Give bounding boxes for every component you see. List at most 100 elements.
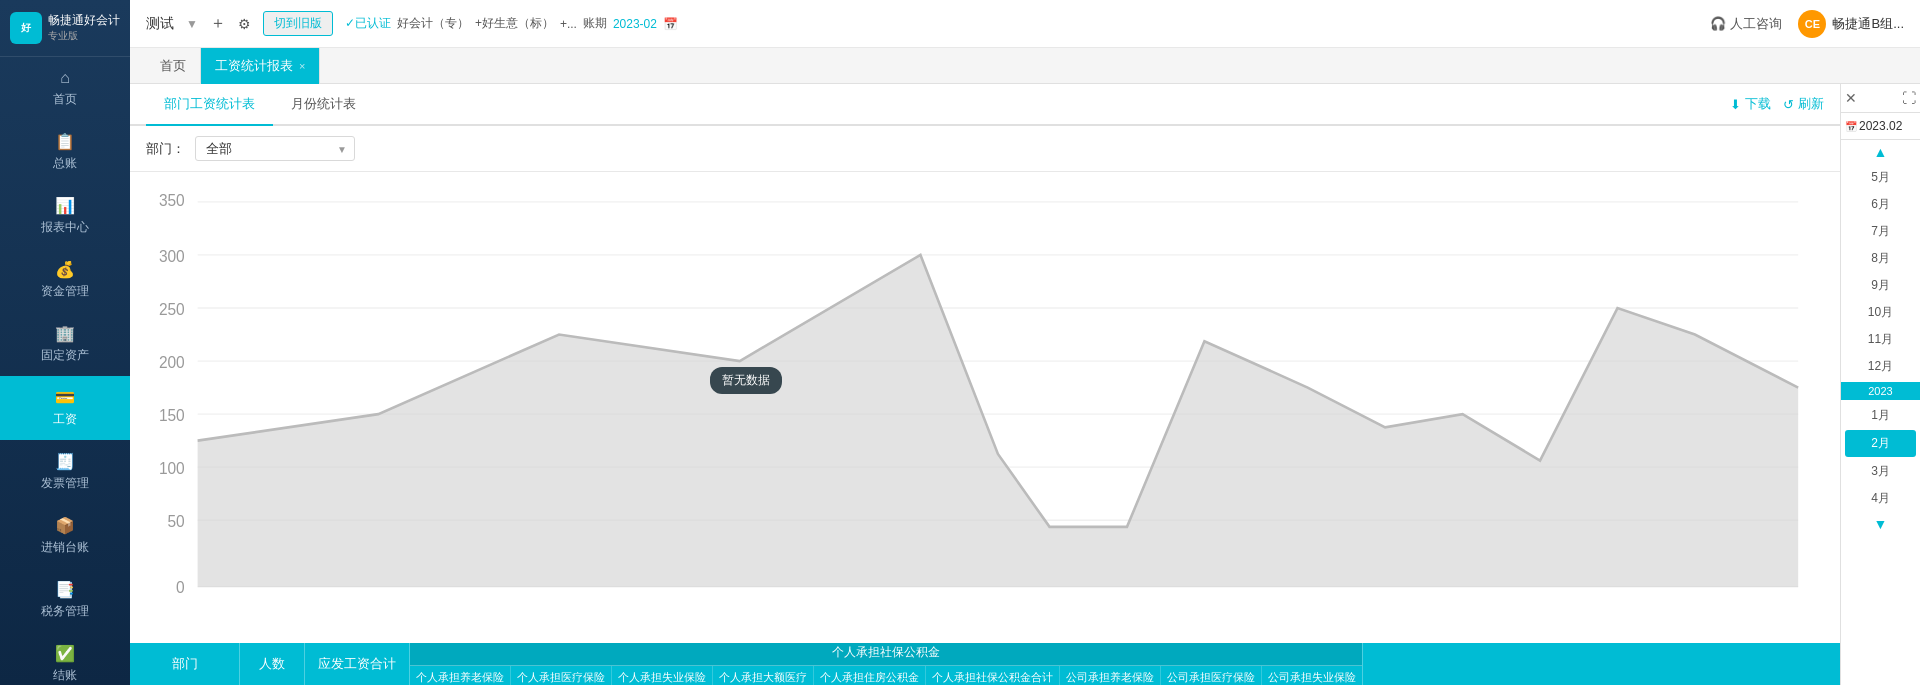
old-version-button[interactable]: 切到旧版: [263, 11, 333, 36]
year-divider-2023: 2023: [1841, 382, 1920, 400]
month-scroll-down[interactable]: ▼: [1841, 512, 1920, 536]
panel-close-button[interactable]: ✕: [1845, 90, 1857, 106]
reports-icon: 📊: [55, 196, 75, 215]
home-icon: ⌂: [60, 69, 70, 87]
month-11[interactable]: 11月: [1841, 326, 1920, 353]
month-2023-4[interactable]: 4月: [1841, 485, 1920, 512]
col-housing: 个人承担住房公积金: [814, 666, 926, 686]
username: 畅捷通B组...: [1832, 15, 1904, 33]
month-2023-1[interactable]: 1月: [1841, 402, 1920, 429]
reports-label: 报表中心: [41, 219, 89, 236]
col-count: 人数: [240, 643, 305, 685]
col-company-medical: 公司承担医疗保险: [1161, 666, 1262, 686]
chart-area: 350 300 250 200 150 100 50 0: [130, 172, 1840, 643]
sidebar-item-tax[interactable]: 📑 税务管理: [0, 568, 130, 632]
svg-text:350: 350: [159, 192, 185, 209]
panel-expand-button[interactable]: ⛶: [1902, 90, 1916, 106]
year-text: 2023.02: [1859, 119, 1902, 133]
col-personal-total: 个人承担社保公积金合计: [926, 666, 1060, 686]
salary-label: 工资: [53, 411, 77, 428]
invoice-label: 发票管理: [41, 475, 89, 492]
tab-close-icon[interactable]: ×: [299, 60, 305, 72]
subtab-dept[interactable]: 部门工资统计表: [146, 84, 273, 126]
month-6[interactable]: 6月: [1841, 191, 1920, 218]
svg-text:0: 0: [176, 579, 185, 596]
consult-button[interactable]: 🎧 人工咨询: [1710, 15, 1782, 33]
sidebar-item-reports[interactable]: 📊 报表中心: [0, 184, 130, 248]
home-label: 首页: [53, 91, 77, 108]
month-2023-3[interactable]: 3月: [1841, 458, 1920, 485]
avatar-initials: CE: [1805, 18, 1820, 30]
more-badge: +...: [560, 17, 577, 31]
tab-salary-report[interactable]: 工资统计报表 ×: [201, 48, 320, 84]
month-scroll-up[interactable]: ▲: [1841, 140, 1920, 164]
period-label: 账期: [583, 15, 607, 32]
sidebar-nav: ⌂ 首页 📋 总账 📊 报表中心 💰 资金管理 🏢 固定资产 💳 工资 🧾 发票…: [0, 57, 130, 685]
sidebar-item-assets[interactable]: 🏢 固定资产: [0, 312, 130, 376]
content-area: 部门工资统计表 月份统计表 ⬇ 下载 ↺ 刷新: [130, 84, 1920, 685]
col-salary: 应发工资合计: [305, 643, 410, 685]
sales-label: 进销台账: [41, 539, 89, 556]
status-badges: ✓已认证 好会计（专） +好生意（标） +... 账期 2023-02 📅: [345, 15, 678, 32]
col-company-pension: 公司承担养老保险: [1060, 666, 1161, 686]
sidebar-item-invoice[interactable]: 🧾 发票管理: [0, 440, 130, 504]
month-5[interactable]: 5月: [1841, 164, 1920, 191]
month-list: ▲ 5月 6月 7月 8月 9月 10月 11月 12月 2023 1月 2月 …: [1841, 140, 1920, 536]
verified-badge: ✓已认证: [345, 15, 391, 32]
sidebar-item-sales[interactable]: 📦 进销台账: [0, 504, 130, 568]
dept-filter-label: 部门：: [146, 140, 185, 158]
sidebar-item-settle[interactable]: ✅ 结账: [0, 632, 130, 685]
settle-icon: ✅: [55, 644, 75, 663]
col-group-sub-row: 个人承担养老保险 个人承担医疗保险 个人承担失业保险 个人承担大额医疗 个人承担…: [410, 666, 1362, 686]
tabbar: 首页 工资统计报表 ×: [130, 48, 1920, 84]
consult-label: 人工咨询: [1730, 15, 1782, 33]
project-name: 测试: [146, 15, 174, 33]
assets-label: 固定资产: [41, 347, 89, 364]
svg-text:100: 100: [159, 460, 185, 477]
refresh-icon: ↺: [1783, 97, 1794, 112]
sales-icon: 📦: [55, 516, 75, 535]
month-7[interactable]: 7月: [1841, 218, 1920, 245]
sidebar-item-funds[interactable]: 💰 资金管理: [0, 248, 130, 312]
col-dept: 部门: [130, 643, 240, 685]
calendar-icon[interactable]: 📅: [663, 17, 678, 31]
sidebar-item-home[interactable]: ⌂ 首页: [0, 57, 130, 120]
app-name: 畅捷通好会计: [48, 13, 120, 29]
user-menu[interactable]: CE 畅捷通B组...: [1798, 10, 1904, 38]
settings-icon[interactable]: ⚙: [238, 16, 251, 32]
funds-icon: 💰: [55, 260, 75, 279]
refresh-label: 刷新: [1798, 95, 1824, 113]
project-dropdown[interactable]: ▼: [186, 17, 198, 31]
tax-icon: 📑: [55, 580, 75, 599]
month-2023-2[interactable]: 2月: [1845, 430, 1916, 457]
avatar: CE: [1798, 10, 1826, 38]
download-button[interactable]: ⬇ 下载: [1730, 95, 1771, 113]
period-value: 2023-02: [613, 17, 657, 31]
invoice-icon: 🧾: [55, 452, 75, 471]
svg-text:200: 200: [159, 354, 185, 371]
filter-bar: 部门： 全部 财务部 销售部 技术部 行政部: [130, 126, 1840, 172]
refresh-button[interactable]: ↺ 刷新: [1783, 95, 1824, 113]
tab-home[interactable]: 首页: [146, 48, 201, 84]
month-8[interactable]: 8月: [1841, 245, 1920, 272]
salary-chart: 350 300 250 200 150 100 50 0: [146, 182, 1824, 633]
col-unemployment: 个人承担失业保险: [612, 666, 713, 686]
settle-label: 结账: [53, 667, 77, 684]
col-serious-ill: 个人承担大额医疗: [713, 666, 814, 686]
sidebar-item-ledger[interactable]: 📋 总账: [0, 120, 130, 184]
topbar: 测试 ▼ ＋ ⚙ 切到旧版 ✓已认证 好会计（专） +好生意（标） +... 账…: [130, 0, 1920, 48]
topbar-right: 🎧 人工咨询 CE 畅捷通B组...: [1710, 10, 1904, 38]
tax-label: 税务管理: [41, 603, 89, 620]
sidebar-item-salary[interactable]: 💳 工资: [0, 376, 130, 440]
add-button[interactable]: ＋: [210, 13, 226, 34]
main-content: 测试 ▼ ＋ ⚙ 切到旧版 ✓已认证 好会计（专） +好生意（标） +... 账…: [130, 0, 1920, 685]
salary-icon: 💳: [55, 388, 75, 407]
subtabs-actions: ⬇ 下载 ↺ 刷新: [1730, 95, 1824, 113]
chart-fill: [198, 255, 1799, 587]
subtab-monthly[interactable]: 月份统计表: [273, 84, 374, 126]
home-tab-label: 首页: [160, 57, 186, 75]
month-10[interactable]: 10月: [1841, 299, 1920, 326]
dept-select[interactable]: 全部 财务部 销售部 技术部 行政部: [195, 136, 355, 161]
month-9[interactable]: 9月: [1841, 272, 1920, 299]
month-12[interactable]: 12月: [1841, 353, 1920, 380]
